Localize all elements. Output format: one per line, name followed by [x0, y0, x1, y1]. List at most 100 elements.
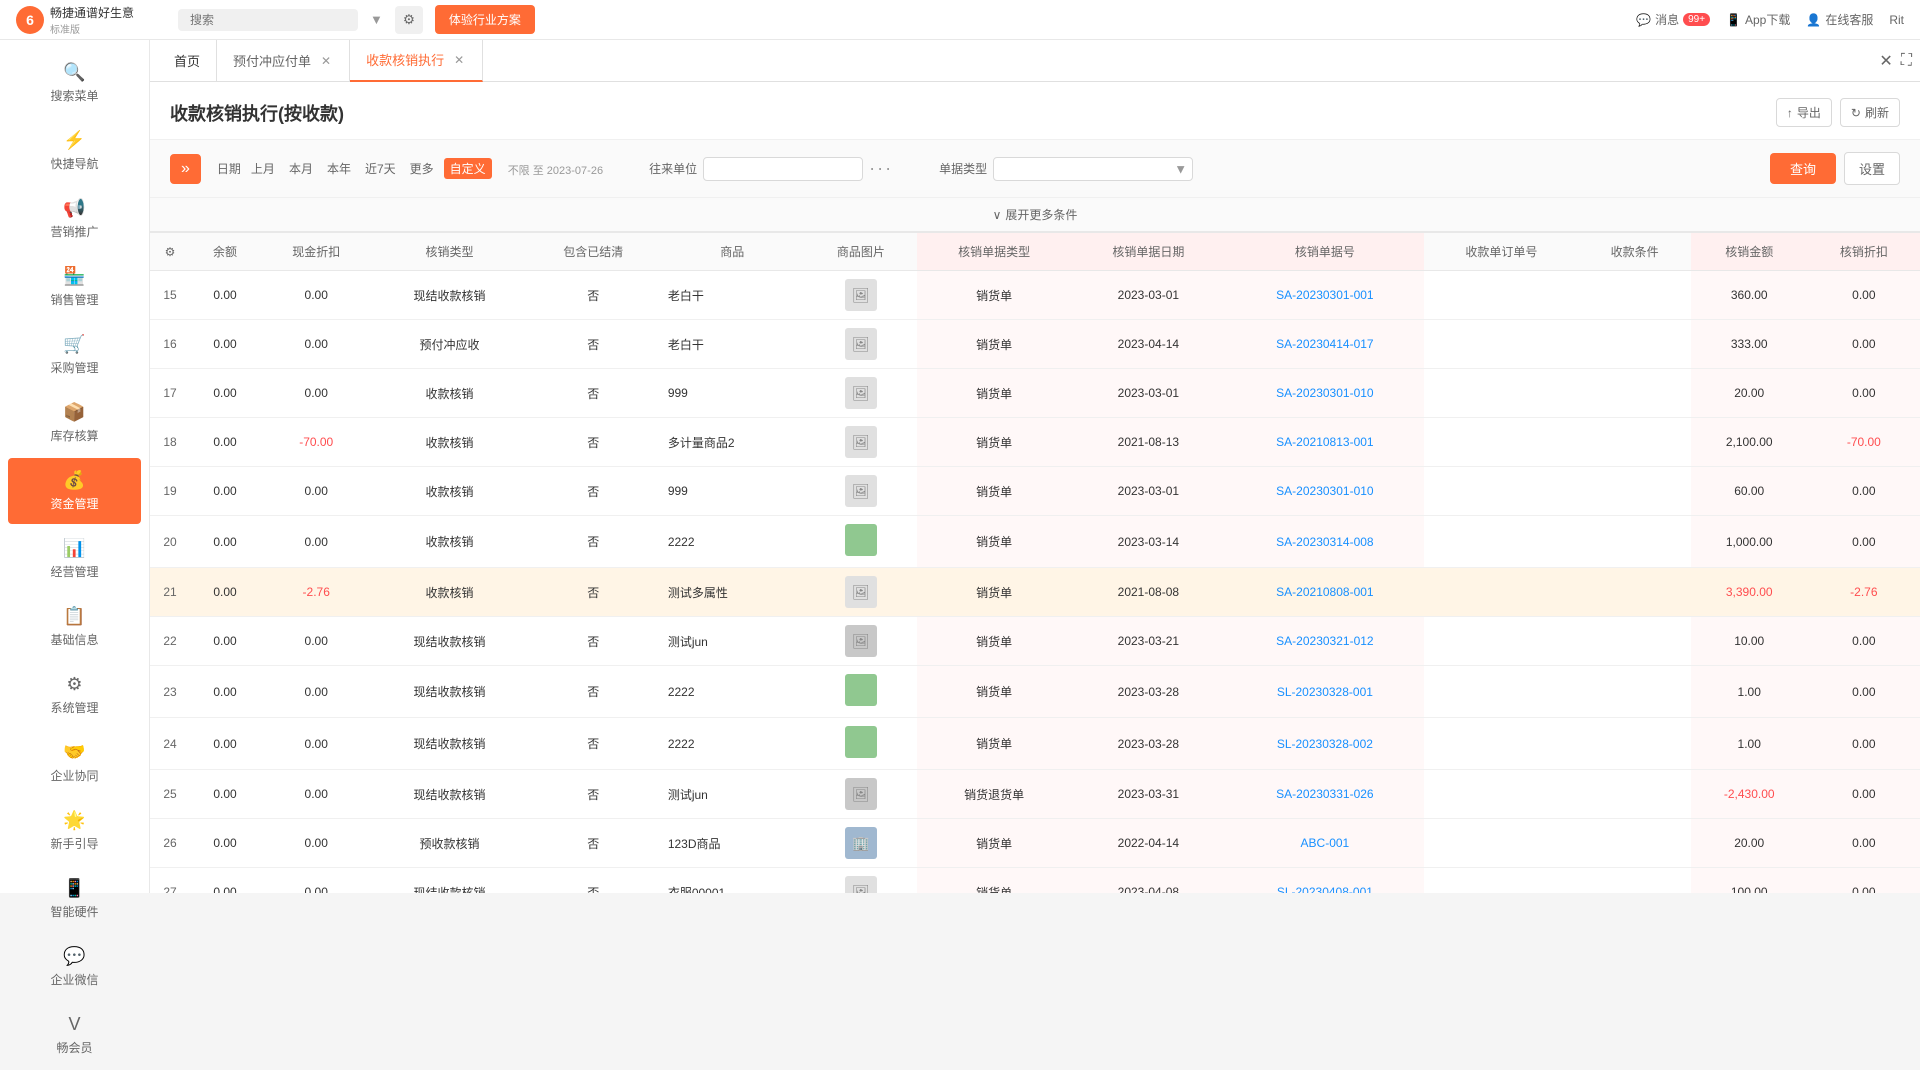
cell-cancel_discount: 0.00 — [1808, 516, 1920, 568]
cell-balance: 0.00 — [190, 418, 260, 467]
export-button[interactable]: ↑ 导出 — [1776, 98, 1832, 127]
table-row: 230.000.00现结收款核销否2222销货单2023-03-28SL-202… — [150, 666, 1920, 718]
sidebar-item-newbie[interactable]: 🌟新手引导 — [8, 798, 141, 864]
cell-settings: 18 — [150, 418, 190, 467]
sidebar-label-purchase-mgmt: 采购管理 — [50, 359, 98, 376]
sidebar-item-corp-collab[interactable]: 🤝企业协同 — [8, 730, 141, 796]
bill-no-link[interactable]: ABC-001 — [1301, 836, 1350, 850]
chevron-down-icon: ∨ — [993, 208, 1002, 222]
dots-icon[interactable]: ··· — [869, 158, 893, 179]
cell-balance: 0.00 — [190, 369, 260, 418]
tab-close-prepay[interactable]: ✕ — [319, 52, 333, 70]
expand-filter-button[interactable]: » — [170, 154, 201, 184]
col-header-include_settled: 包含已结清 — [527, 233, 660, 271]
date-link-this-year[interactable]: 本年 — [323, 158, 355, 179]
sidebar-item-basic-info[interactable]: 📋基础信息 — [8, 594, 141, 660]
message-button[interactable]: 💬 消息 99+ — [1636, 11, 1710, 28]
from-unit-input[interactable] — [703, 157, 863, 181]
sidebar-item-fund-mgmt[interactable]: 💰资金管理 — [8, 458, 141, 524]
cell-balance: 0.00 — [190, 770, 260, 819]
sidebar-item-ops-mgmt[interactable]: 📊经营管理 — [8, 526, 141, 592]
tab-collection[interactable]: 收款核销执行✕ — [350, 40, 483, 82]
cell-cancel_bill_no: SA-20210813-001 — [1225, 418, 1424, 467]
sidebar-item-sales-mgmt[interactable]: 🏪销售管理 — [8, 254, 141, 320]
tab-home[interactable]: 首页 — [158, 40, 217, 82]
bill-no-link[interactable]: SA-20230301-001 — [1276, 288, 1373, 302]
bill-type-filter: 单据类型 ▼ — [939, 157, 1193, 181]
cell-balance: 0.00 — [190, 516, 260, 568]
cell-cash_discount: 0.00 — [260, 516, 372, 568]
app-download-button[interactable]: 📱 App下载 — [1726, 11, 1790, 28]
bill-no-link[interactable]: SL-20230328-001 — [1277, 685, 1373, 699]
close-tab-button[interactable]: ✕ — [1879, 51, 1892, 71]
date-link-custom[interactable]: 自定义 — [444, 158, 492, 179]
date-link-more[interactable]: 更多 — [406, 158, 438, 179]
sidebar-label-smart-hw: 智能硬件 — [50, 903, 98, 920]
bill-no-link[interactable]: SA-20210808-001 — [1276, 585, 1373, 599]
cell-cancel_type: 现结收款核销 — [372, 666, 526, 718]
cell-cancel_bill_no: SA-20230414-017 — [1225, 320, 1424, 369]
sidebar-item-corp-wechat[interactable]: 💬企业微信 — [8, 934, 141, 1000]
date-link-last-month[interactable]: 上月 — [247, 158, 279, 179]
sidebar-icon-purchase-mgmt: 🛒 — [63, 334, 85, 355]
main-layout: 🔍搜索菜单⚡快捷导航📢营销推广🏪销售管理 🛒 采购管理 📦库存核算💰资金管理📊经营管理… — [0, 40, 1920, 893]
filter-settings-button[interactable]: 设置 — [1844, 152, 1900, 185]
sidebar-item-quick-nav[interactable]: ⚡快捷导航 — [8, 118, 141, 184]
bill-no-link[interactable]: SA-20230321-012 — [1276, 634, 1373, 648]
sidebar-item-smart-hw[interactable]: 📱 智能硬件 — [8, 866, 141, 932]
refresh-button[interactable]: ↻ 刷新 — [1840, 98, 1900, 127]
cell-product_image — [805, 516, 917, 568]
bill-no-link[interactable]: SA-20210813-001 — [1276, 435, 1373, 449]
bill-no-link[interactable]: SL-20230328-002 — [1277, 737, 1373, 751]
cell-product_image: 🖼 — [805, 418, 917, 467]
expand-more-button[interactable]: ∨ 展开更多条件 — [993, 206, 1078, 223]
cell-receipt_condition — [1579, 369, 1691, 418]
cell-cancel_amount: 360.00 — [1691, 271, 1808, 320]
sidebar-item-marketing[interactable]: 📢营销推广 — [8, 186, 141, 252]
cell-cancel_discount: 0.00 — [1808, 868, 1920, 894]
cell-cancel_bill_date: 2023-03-31 — [1071, 770, 1225, 819]
cell-include_settled: 否 — [527, 418, 660, 467]
sidebar-icon-marketing: 📢 — [63, 198, 85, 219]
cell-product: 2222 — [660, 516, 805, 568]
user-name[interactable]: Rit — [1889, 13, 1904, 27]
trial-industry-button[interactable]: 体验行业方案 — [435, 5, 535, 34]
settings-col-icon[interactable]: ⚙ — [165, 245, 176, 259]
date-link-this-month[interactable]: 本月 — [285, 158, 317, 179]
query-button[interactable]: 查询 — [1770, 153, 1836, 184]
cell-receipt_order_no — [1424, 718, 1578, 770]
tab-prepay[interactable]: 预付冲应付单✕ — [217, 40, 350, 82]
cell-product_image: 🖼 — [805, 868, 917, 894]
sidebar-item-inventory[interactable]: 📦库存核算 — [8, 390, 141, 456]
online-service-button[interactable]: 👤 在线客服 — [1806, 11, 1873, 28]
date-link-7days[interactable]: 近7天 — [361, 158, 400, 179]
col-header-cancel_type: 核销类型 — [372, 233, 526, 271]
maximize-tab-button[interactable]: ⛶ — [1901, 52, 1912, 70]
bill-type-input[interactable] — [993, 157, 1193, 181]
gear-settings-button[interactable]: ⚙ — [395, 6, 423, 34]
bill-no-link[interactable]: SA-20230301-010 — [1276, 386, 1373, 400]
sidebar-icon-smart-hw: 📱 — [63, 878, 85, 899]
cell-receipt_order_no — [1424, 568, 1578, 617]
cell-cancel_type: 现结收款核销 — [372, 271, 526, 320]
table-row: 150.000.00现结收款核销否老白干🖼销货单2023-03-01SA-202… — [150, 271, 1920, 320]
date-filter-item: 日期 上月 本月 本年 近7天 更多 自定义 — [217, 158, 492, 179]
bill-no-link[interactable]: SA-20230414-017 — [1276, 337, 1373, 351]
cell-include_settled: 否 — [527, 467, 660, 516]
bill-no-link[interactable]: SA-20230314-008 — [1276, 535, 1373, 549]
sidebar-item-sys-mgmt[interactable]: ⚙系统管理 — [8, 662, 141, 728]
sidebar-item-purchase-mgmt[interactable]: 🛒 采购管理 — [8, 322, 141, 388]
cell-cash_discount: 0.00 — [260, 868, 372, 894]
table-row: 270.000.00现结收款核销否衣服00001🖼销货单2023-04-08SL… — [150, 868, 1920, 894]
dropdown-arrow-icon[interactable]: ▼ — [370, 12, 383, 27]
sidebar-item-search-menu[interactable]: 🔍搜索菜单 — [8, 50, 141, 116]
top-search-input[interactable] — [178, 9, 358, 31]
col-header-product: 商品 — [660, 233, 805, 271]
bill-no-link[interactable]: SA-20230331-026 — [1276, 787, 1373, 801]
bill-no-link[interactable]: SL-20230408-001 — [1277, 885, 1373, 893]
sidebar-item-vip[interactable]: V畅会员 — [8, 1002, 141, 1068]
cell-cancel_bill_type: 销货单 — [917, 617, 1071, 666]
tab-close-collection[interactable]: ✕ — [452, 51, 466, 69]
cell-cancel_discount: 0.00 — [1808, 666, 1920, 718]
bill-no-link[interactable]: SA-20230301-010 — [1276, 484, 1373, 498]
